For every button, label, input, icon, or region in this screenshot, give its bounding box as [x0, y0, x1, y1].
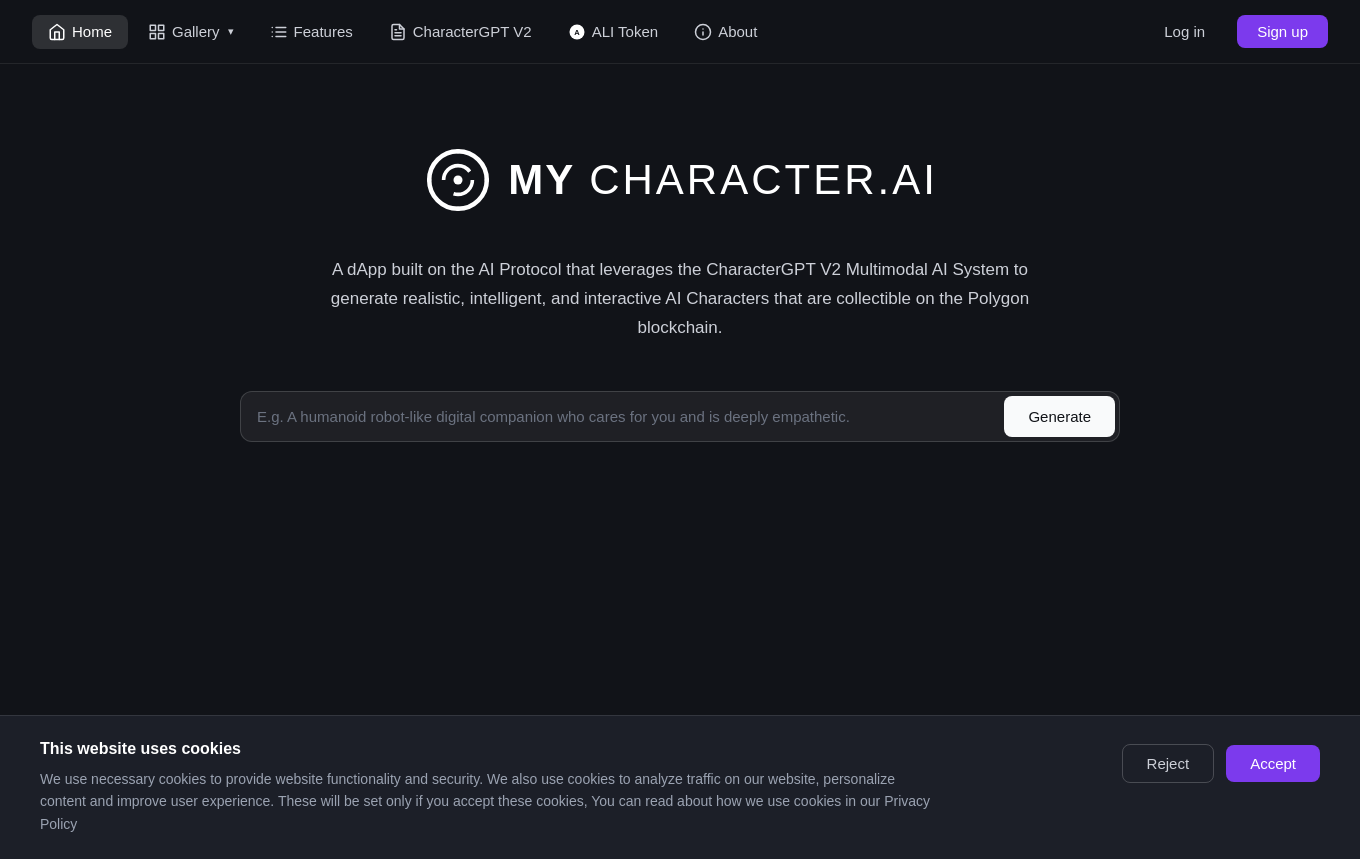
nav-item-features[interactable]: Features [254, 15, 369, 49]
nav-item-about-label: About [718, 23, 757, 40]
svg-point-18 [454, 176, 463, 185]
cookie-text: We use necessary cookies to provide webs… [40, 768, 940, 835]
features-icon [270, 23, 288, 41]
search-container: Generate [240, 391, 1120, 442]
svg-rect-3 [150, 33, 155, 38]
search-input[interactable] [257, 396, 1004, 437]
cookie-title: This website uses cookies [40, 740, 1082, 758]
nav-item-charactergpt-label: CharacterGPT V2 [413, 23, 532, 40]
logo-my: MY [508, 156, 575, 204]
nav-right: Log in Sign up [1144, 15, 1328, 48]
token-icon: A [568, 23, 586, 41]
svg-rect-2 [159, 33, 164, 38]
login-button[interactable]: Log in [1144, 15, 1225, 48]
nav-item-gallery-label: Gallery [172, 23, 220, 40]
doc-icon [389, 23, 407, 41]
logo-text: MY CHARACTER.AI [508, 156, 938, 204]
cookie-actions: Reject Accept [1122, 740, 1320, 783]
chevron-down-icon: ▾ [228, 25, 234, 38]
svg-rect-1 [159, 25, 164, 30]
accept-button[interactable]: Accept [1226, 745, 1320, 782]
navbar: Home Gallery ▾ [0, 0, 1360, 64]
nav-item-ali-token-label: ALI Token [592, 23, 658, 40]
nav-item-home-label: Home [72, 23, 112, 40]
nav-item-about[interactable]: About [678, 15, 773, 49]
nav-item-charactergpt[interactable]: CharacterGPT V2 [373, 15, 548, 49]
gallery-icon [148, 23, 166, 41]
hero-section: MY CHARACTER.AI A dApp built on the AI P… [0, 64, 1360, 522]
nav-item-ali-token[interactable]: A ALI Token [552, 15, 674, 49]
signup-button[interactable]: Sign up [1237, 15, 1328, 48]
svg-rect-0 [150, 25, 155, 30]
nav-item-gallery[interactable]: Gallery ▾ [132, 15, 250, 49]
generate-button[interactable]: Generate [1004, 396, 1115, 437]
cookie-content: This website uses cookies We use necessa… [40, 740, 1082, 835]
cookie-banner: This website uses cookies We use necessa… [0, 715, 1360, 859]
home-icon [48, 23, 66, 41]
info-icon [694, 23, 712, 41]
nav-item-home[interactable]: Home [32, 15, 128, 49]
logo-character: CHARACTER.AI [589, 156, 938, 204]
nav-left: Home Gallery ▾ [32, 15, 773, 49]
logo-container: MY CHARACTER.AI [422, 144, 938, 216]
hero-description: A dApp built on the AI Protocol that lev… [310, 256, 1050, 343]
svg-text:A: A [574, 28, 580, 37]
reject-button[interactable]: Reject [1122, 744, 1215, 783]
nav-item-features-label: Features [294, 23, 353, 40]
logo-icon [422, 144, 494, 216]
